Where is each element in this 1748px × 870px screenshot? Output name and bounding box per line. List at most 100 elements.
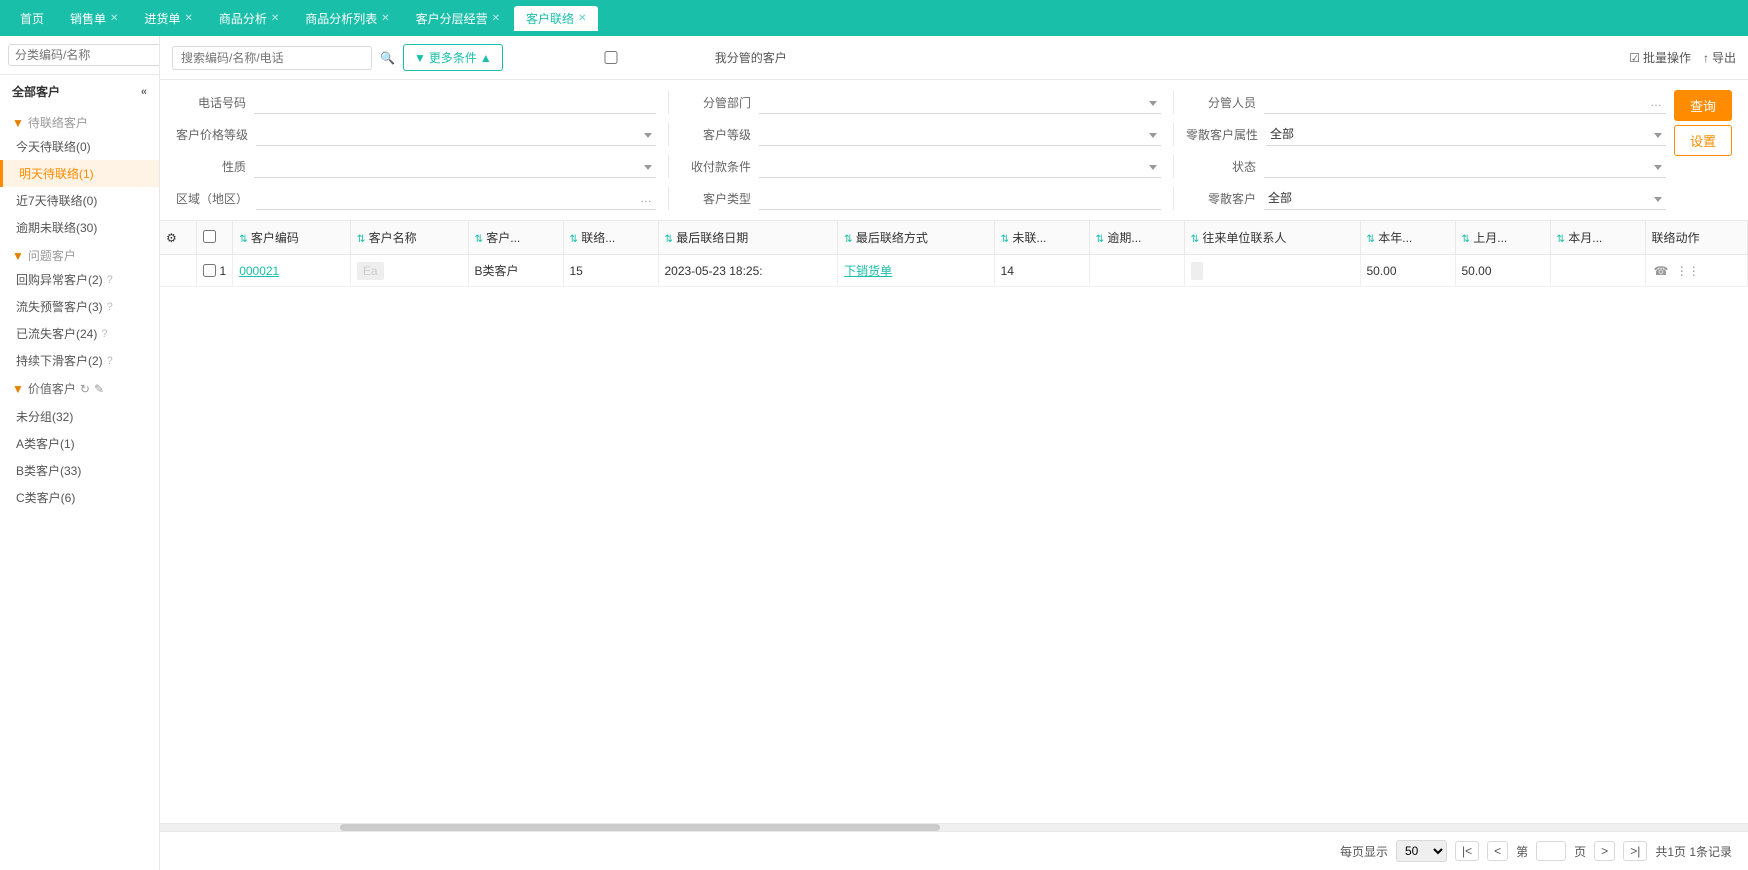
retail-attr-select[interactable]: 全部 xyxy=(1266,122,1666,146)
sidebar-item-class-a[interactable]: A类客户(1) xyxy=(0,430,159,457)
close-icon[interactable]: ✕ xyxy=(492,13,500,24)
sort-icon[interactable]: ⇅ xyxy=(570,234,578,245)
filter-row-1: 电话号码 分管部门 分管人员 xyxy=(176,90,1666,114)
nav-customer-contact[interactable]: 客户联络 ✕ xyxy=(514,6,598,31)
nav-product-analysis[interactable]: 商品分析 ✕ xyxy=(207,6,291,31)
row-no: 1 xyxy=(196,255,233,287)
help-icon[interactable]: ? xyxy=(101,328,107,340)
sort-icon[interactable]: ⇅ xyxy=(1001,234,1009,245)
nav-purchase[interactable]: 进货单 ✕ xyxy=(132,6,204,31)
col-last-date: ⇅ 最后联络日期 xyxy=(658,221,838,255)
last-page-btn[interactable]: >| xyxy=(1623,841,1647,861)
row-last-month: 50.00 xyxy=(1455,255,1550,287)
sidebar-item-today[interactable]: 今天待联络(0) xyxy=(0,133,159,160)
close-icon[interactable]: ✕ xyxy=(578,13,586,24)
search-input[interactable] xyxy=(172,46,372,70)
row-actions: ☎ ⋮⋮ xyxy=(1645,255,1748,287)
customer-code-link[interactable]: 000021 xyxy=(239,264,279,278)
filter-status: 状态 xyxy=(1186,154,1666,178)
sort-icon[interactable]: ⇅ xyxy=(1191,234,1199,245)
page-unit: 页 xyxy=(1574,843,1586,860)
close-icon[interactable]: ✕ xyxy=(381,13,389,24)
filter-nature: 性质 xyxy=(176,154,656,178)
sort-icon[interactable]: ⇅ xyxy=(1462,234,1470,245)
sort-icon[interactable]: ⇅ xyxy=(1367,234,1375,245)
action-phone-icon[interactable]: ☎ xyxy=(1654,264,1669,278)
nav-sales[interactable]: 销售单 ✕ xyxy=(58,6,130,31)
help-icon[interactable]: ? xyxy=(107,355,113,367)
contact-method-link[interactable]: 下销货单 xyxy=(844,264,892,278)
price-level-select[interactable] xyxy=(256,122,656,146)
refresh-icon[interactable]: ↻ xyxy=(80,382,90,396)
sidebar-item-7days[interactable]: 近7天待联络(0) xyxy=(0,187,159,214)
sidebar-item-overdue[interactable]: 逾期未联络(30) xyxy=(0,214,159,241)
customer-name-masked: Ea xyxy=(357,262,384,280)
status-select[interactable] xyxy=(1264,154,1666,178)
row-level: B类客户 xyxy=(468,255,563,287)
problem-section-title: ▼ 问题客户 xyxy=(0,241,159,266)
sidebar-item-class-b[interactable]: B类客户(33) xyxy=(0,457,159,484)
sidebar-item-tomorrow[interactable]: 明天待联络(1) xyxy=(0,160,159,187)
all-customers-header[interactable]: 全部客户 « xyxy=(0,75,159,108)
batch-operation-btn[interactable]: ☑ 批量操作 xyxy=(1629,49,1691,66)
sidebar-item-ungrouped[interactable]: 未分组(32) xyxy=(0,403,159,430)
query-button[interactable]: 查询 xyxy=(1674,90,1732,121)
sort-icon[interactable]: ⇅ xyxy=(1557,234,1565,245)
sort-icon[interactable]: ⇅ xyxy=(665,234,673,245)
select-all-checkbox[interactable] xyxy=(203,230,216,243)
nav-customer-stratification[interactable]: 客户分层经营 ✕ xyxy=(404,6,512,31)
nav-product-list[interactable]: 商品分析列表 ✕ xyxy=(293,6,401,31)
sidebar-search-area: 🔍 xyxy=(0,36,159,75)
sort-icon[interactable]: ⇅ xyxy=(475,234,483,245)
manager-input[interactable]: … xyxy=(1264,90,1666,114)
collapse-icon[interactable]: « xyxy=(141,86,147,98)
sidebar-item-declining[interactable]: 持续下滑客户(2) ? xyxy=(0,347,159,374)
retail-customer-select[interactable]: 全部 xyxy=(1264,186,1666,210)
row-pending: 14 xyxy=(994,255,1089,287)
more-conditions-btn[interactable]: ▼ 更多条件 ▲ xyxy=(403,44,503,71)
customer-level-select[interactable] xyxy=(759,122,1161,146)
scrollbar-thumb[interactable] xyxy=(340,824,940,831)
row-checkbox[interactable] xyxy=(203,264,216,277)
export-btn[interactable]: ↑ 导出 xyxy=(1703,49,1736,66)
prev-page-btn[interactable]: < xyxy=(1487,841,1508,861)
region-input[interactable]: … xyxy=(256,186,656,210)
phone-input[interactable] xyxy=(254,90,656,114)
table-header-row: ⚙ ⇅ 客户编码 ⇅ 客户名称 xyxy=(160,221,1748,255)
my-customers-checkbox[interactable] xyxy=(511,51,711,64)
filter-row-3: 性质 收付款条件 xyxy=(176,154,1666,178)
col-contact-person: ⇅ 往来单位联系人 xyxy=(1184,221,1360,255)
customer-type-select[interactable] xyxy=(759,186,1161,210)
first-page-btn[interactable]: |< xyxy=(1455,841,1479,861)
page-input[interactable]: 1 xyxy=(1536,841,1566,861)
settings-icon[interactable]: ⚙ xyxy=(166,231,177,245)
close-icon[interactable]: ✕ xyxy=(110,13,118,24)
search-icon[interactable]: 🔍 xyxy=(380,51,395,65)
sort-icon[interactable]: ⇅ xyxy=(357,234,365,245)
help-icon[interactable]: ? xyxy=(107,301,113,313)
sort-icon[interactable]: ⇅ xyxy=(1096,234,1104,245)
nature-select[interactable] xyxy=(254,154,656,178)
sidebar-item-churn-warning[interactable]: 流失预警客户(3) ? xyxy=(0,293,159,320)
next-page-btn[interactable]: > xyxy=(1594,841,1615,861)
help-icon[interactable]: ? xyxy=(107,274,113,286)
row-code: 000021 xyxy=(233,255,351,287)
reset-button[interactable]: 设置 xyxy=(1674,125,1732,156)
close-icon[interactable]: ✕ xyxy=(184,13,192,24)
payment-select[interactable] xyxy=(759,154,1161,178)
sort-icon[interactable]: ⇅ xyxy=(239,234,247,245)
dept-select[interactable] xyxy=(759,90,1161,114)
price-level-label: 客户价格等级 xyxy=(176,126,248,143)
value-section-header: ▼ 价值客户 ↻ ✎ xyxy=(0,374,159,403)
sort-icon[interactable]: ⇅ xyxy=(844,234,852,245)
horizontal-scrollbar[interactable] xyxy=(160,823,1748,831)
close-icon[interactable]: ✕ xyxy=(271,13,279,24)
category-search-input[interactable] xyxy=(8,44,160,66)
nav-home[interactable]: 首页 xyxy=(8,6,56,31)
page-size-select[interactable]: 50 100 xyxy=(1396,840,1447,862)
sidebar-item-abnormal[interactable]: 回购异常客户(2) ? xyxy=(0,266,159,293)
sidebar-item-churned[interactable]: 已流失客户(24) ? xyxy=(0,320,159,347)
action-more-icon[interactable]: ⋮⋮ xyxy=(1676,264,1700,278)
sidebar-item-class-c[interactable]: C类客户(6) xyxy=(0,484,159,511)
edit-icon[interactable]: ✎ xyxy=(94,382,104,396)
